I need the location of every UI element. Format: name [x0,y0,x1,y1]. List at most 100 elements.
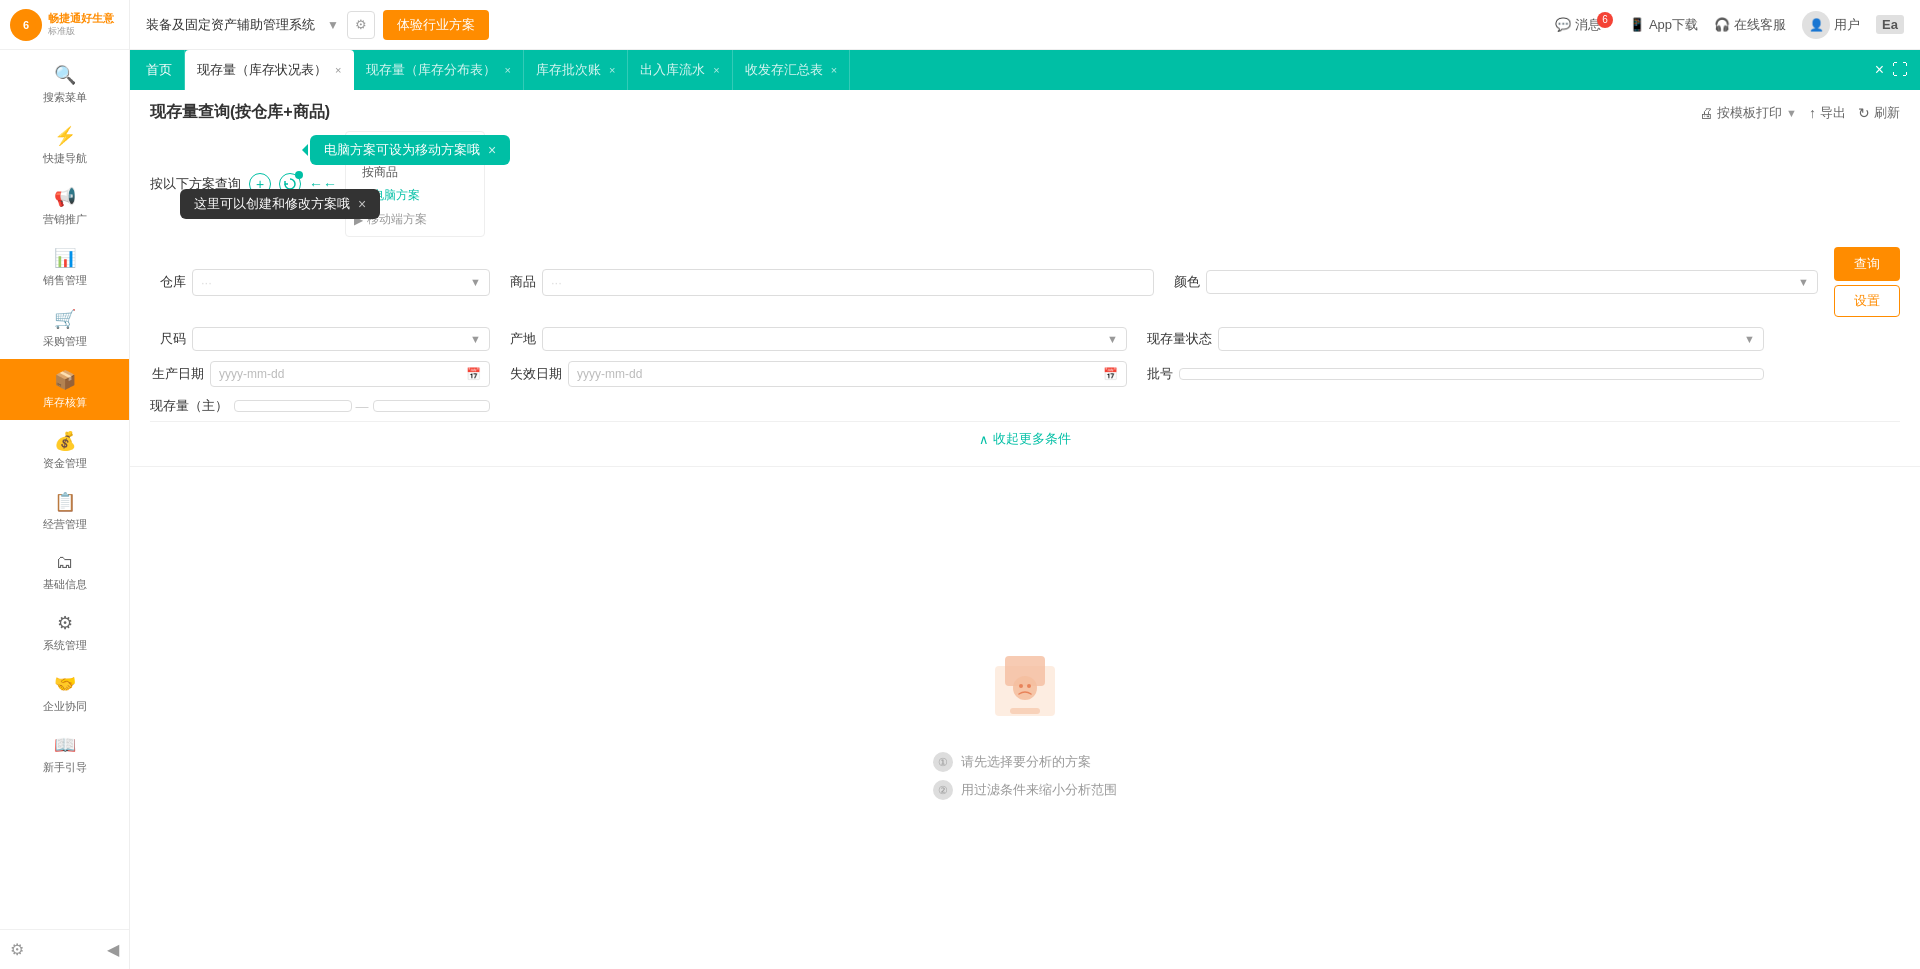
color-label: 颜色 [1174,273,1200,291]
page-title: 现存量查询(按仓库+商品) [150,102,330,123]
app-download-label: App下载 [1649,16,1698,34]
message-button[interactable]: 💬 消息 6 [1555,16,1613,34]
tab-summary-close[interactable]: × [831,64,837,76]
quicknav-icon: ⚡ [54,125,76,147]
warehouse-select[interactable]: ··· ▼ [192,269,490,296]
sidebar-item-sales[interactable]: 📊 销售管理 [0,237,129,298]
size-select[interactable]: ▼ [192,327,490,351]
sidebar-item-base[interactable]: 🗂 基础信息 [0,542,129,602]
reset-button[interactable]: 设置 [1834,285,1900,317]
tip-num-1: ① [933,752,953,772]
tab-summary-label: 收发存汇总表 [745,61,823,79]
search-icon: 🔍 [54,64,76,86]
top-bar-left: 装备及固定资产辅助管理系统 ▼ ⚙ 体验行业方案 [146,10,489,40]
settings-button[interactable]: ⚙ [347,11,375,39]
sidebar-label-system: 系统管理 [43,638,87,653]
sidebar-item-guide[interactable]: 📖 新手引导 [0,724,129,785]
tab-stock-status-close[interactable]: × [335,64,341,76]
collapse-label: 收起更多条件 [993,430,1071,448]
production-date-input[interactable]: yyyy-mm-dd 📅 [210,361,490,387]
sidebar-label-search: 搜索菜单 [43,90,87,105]
tab-home[interactable]: 首页 [134,50,185,90]
sidebar-item-operations[interactable]: 📋 经营管理 [0,481,129,542]
tab-stock-dist-label: 现存量（库存分布表） [366,61,496,79]
home-tab-label: 首页 [146,61,172,79]
batch-input[interactable] [1179,368,1764,380]
finance-icon: 💰 [54,430,76,452]
sidebar: 6 畅捷通好生意 标准版 🔍 搜索菜单 ⚡ 快捷导航 📢 营销推广 📊 销 [0,0,130,969]
sidebar-item-quicknav[interactable]: ⚡ 快捷导航 [0,115,129,176]
tab-flow-close[interactable]: × [713,64,719,76]
collapse-button[interactable]: ∧ 收起更多条件 [150,421,1900,456]
sidebar-item-purchase[interactable]: 🛒 采购管理 [0,298,129,359]
empty-tip-1: ① 请先选择要分析的方案 [933,752,1117,772]
goods-dots: ··· [551,275,562,290]
tab-stock-status[interactable]: 现存量（库存状况表） × [185,50,354,90]
expiry-date-label: 失效日期 [510,365,562,383]
sidebar-label-enterprise: 企业协同 [43,699,87,714]
sidebar-item-system[interactable]: ⚙ 系统管理 [0,602,129,663]
sidebar-label-base: 基础信息 [43,577,87,592]
system-dropdown-icon[interactable]: ▼ [327,18,339,32]
tab-batch[interactable]: 库存批次账 × [524,50,628,90]
user-menu[interactable]: 👤 用户 [1802,11,1860,39]
app-download-button[interactable]: 📱 App下载 [1629,16,1698,34]
scheme-tooltip: 电脑方案可设为移动方案哦 × [310,135,510,165]
industry-button[interactable]: 体验行业方案 [383,10,489,40]
origin-dropdown-icon: ▼ [1107,333,1118,345]
expiry-date-input[interactable]: yyyy-mm-dd 📅 [568,361,1127,387]
tab-flow[interactable]: 出入库流水 × [628,50,732,90]
online-service-button[interactable]: 🎧 在线客服 [1714,16,1786,34]
sidebar-item-inventory[interactable]: 📦 库存核算 [0,359,129,420]
export-button[interactable]: ↑ 导出 [1809,104,1846,122]
goods-select[interactable]: ··· [542,269,1154,296]
sidebar-item-marketing[interactable]: 📢 营销推广 [0,176,129,237]
message-badge: 6 [1597,12,1613,28]
batch-field: 批号 [1147,365,1764,383]
stock-main-min[interactable] [234,400,352,412]
scheme-tooltip-close[interactable]: × [488,142,496,158]
system-icon: ⚙ [57,612,73,634]
print-icon: 🖨 [1699,105,1713,121]
collapse-sidebar-icon[interactable]: ◀ [107,940,119,959]
gear-icon: ⚙ [355,17,367,32]
print-button[interactable]: 🖨 按模板打印 ▼ [1699,104,1797,122]
tab-stock-dist-close[interactable]: × [504,64,510,76]
sidebar-label-marketing: 营销推广 [43,212,87,227]
tab-fullscreen-icon[interactable]: ⛶ [1892,61,1908,79]
system-name: 装备及固定资产辅助管理系统 [146,16,315,34]
origin-label: 产地 [510,330,536,348]
stock-status-select[interactable]: ▼ [1218,327,1764,351]
sidebar-item-search[interactable]: 🔍 搜索菜单 [0,54,129,115]
top-bar: 装备及固定资产辅助管理系统 ▼ ⚙ 体验行业方案 💬 消息 6 📱 App下载 [130,0,1920,50]
stock-main-sep: — [356,399,369,414]
goods-label: 商品 [510,273,536,291]
tab-batch-close[interactable]: × [609,64,615,76]
tab-close-all-icon[interactable]: × [1875,61,1884,79]
search-button[interactable]: 查询 [1834,247,1900,281]
production-date-field: 生产日期 yyyy-mm-dd 📅 [150,361,490,387]
settings-bottom-icon[interactable]: ⚙ [10,940,24,959]
sidebar-label-quicknav: 快捷导航 [43,151,87,166]
origin-select[interactable]: ▼ [542,327,1127,351]
empty-state: ① 请先选择要分析的方案 ② 用过滤条件来缩小分析范围 [130,467,1920,969]
refresh-button[interactable]: ↻ 刷新 [1858,104,1900,122]
main-area: 装备及固定资产辅助管理系统 ▼ ⚙ 体验行业方案 💬 消息 6 📱 App下载 [130,0,1920,969]
logo-badge: 标准版 [48,25,114,38]
service-icon: 🎧 [1714,17,1730,32]
sidebar-item-finance[interactable]: 💰 资金管理 [0,420,129,481]
sidebar-label-inventory: 库存核算 [43,395,87,410]
empty-illustration [975,636,1075,736]
sidebar-item-enterprise[interactable]: 🤝 企业协同 [0,663,129,724]
filter-row-2: 尺码 ▼ 产地 ▼ [150,327,1900,351]
marketing-icon: 📢 [54,186,76,208]
tab-summary[interactable]: 收发存汇总表 × [733,50,850,90]
export-icon: ↑ [1809,105,1816,121]
inventory-icon: 📦 [54,369,76,391]
create-tooltip-close[interactable]: × [358,196,366,212]
tab-stock-dist[interactable]: 现存量（库存分布表） × [354,50,523,90]
stock-main-max[interactable] [373,400,491,412]
color-select[interactable]: ▼ [1206,270,1818,294]
filter-rows: 仓库 ··· ▼ 商品 ··· [150,247,1900,415]
expiry-date-field: 失效日期 yyyy-mm-dd 📅 [510,361,1127,387]
